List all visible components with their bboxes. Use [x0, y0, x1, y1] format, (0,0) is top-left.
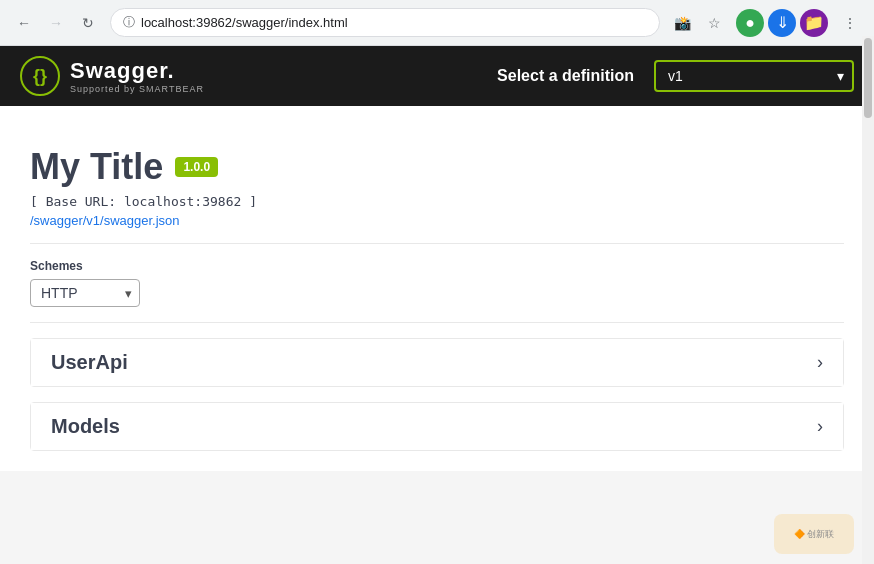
- nav-buttons: ← → ↻: [10, 9, 102, 37]
- userapi-section: UserApi ›: [30, 338, 844, 387]
- swagger-header: {} Swagger. Supported by SMARTBEAR Selec…: [0, 46, 874, 106]
- ext-icon-purple[interactable]: 📁: [800, 9, 828, 37]
- back-button[interactable]: ←: [10, 9, 38, 37]
- title-section: My Title 1.0.0 [ Base URL: localhost:398…: [30, 126, 844, 244]
- forward-button[interactable]: →: [42, 9, 70, 37]
- address-bar[interactable]: ⓘ localhost:39862/swagger/index.html: [110, 8, 660, 37]
- definition-select[interactable]: v1: [654, 60, 854, 92]
- swagger-logo: {} Swagger. Supported by SMARTBEAR: [20, 56, 204, 96]
- extension-icons: ● ⇓ 📁: [736, 9, 828, 37]
- more-button[interactable]: ⋮: [836, 9, 864, 37]
- models-section-header[interactable]: Models ›: [31, 403, 843, 450]
- swagger-link[interactable]: /swagger/v1/swagger.json: [30, 213, 844, 228]
- swagger-logo-icon: {}: [20, 56, 60, 96]
- url-text: localhost:39862/swagger/index.html: [141, 15, 348, 30]
- scrollbar[interactable]: [862, 36, 874, 564]
- models-chevron: ›: [817, 416, 823, 437]
- browser-actions: 📸 ☆: [668, 9, 728, 37]
- swagger-logo-name: Swagger.: [70, 58, 204, 84]
- ext-icon-blue[interactable]: ⇓: [768, 9, 796, 37]
- reload-button[interactable]: ↻: [74, 9, 102, 37]
- userapi-chevron: ›: [817, 352, 823, 373]
- watermark-text: 🔶 创新联: [794, 528, 835, 541]
- definition-label: Select a definition: [497, 67, 634, 85]
- swagger-logo-text: Swagger. Supported by SMARTBEAR: [70, 58, 204, 94]
- definition-select-wrapper: v1: [654, 60, 854, 92]
- watermark: 🔶 创新联: [774, 514, 854, 554]
- lock-icon: ⓘ: [123, 14, 135, 31]
- userapi-section-header[interactable]: UserApi ›: [31, 339, 843, 386]
- schemes-select-wrapper: HTTP HTTPS: [30, 279, 140, 307]
- api-title: My Title: [30, 146, 163, 188]
- screenshot-button[interactable]: 📸: [668, 9, 696, 37]
- browser-chrome: ← → ↻ ⓘ localhost:39862/swagger/index.ht…: [0, 0, 874, 46]
- schemes-label: Schemes: [30, 259, 844, 273]
- scrollbar-thumb: [864, 38, 872, 118]
- bookmark-button[interactable]: ☆: [700, 9, 728, 37]
- version-badge: 1.0.0: [175, 157, 218, 177]
- ext-icon-green[interactable]: ●: [736, 9, 764, 37]
- userapi-title: UserApi: [51, 351, 128, 374]
- models-title: Models: [51, 415, 120, 438]
- main-content: My Title 1.0.0 [ Base URL: localhost:398…: [0, 106, 874, 471]
- models-section: Models ›: [30, 402, 844, 451]
- swagger-logo-sub: Supported by SMARTBEAR: [70, 84, 204, 94]
- schemes-section: Schemes HTTP HTTPS: [30, 244, 844, 323]
- api-title-row: My Title 1.0.0: [30, 146, 844, 188]
- schemes-select[interactable]: HTTP HTTPS: [30, 279, 140, 307]
- base-url: [ Base URL: localhost:39862 ]: [30, 194, 844, 209]
